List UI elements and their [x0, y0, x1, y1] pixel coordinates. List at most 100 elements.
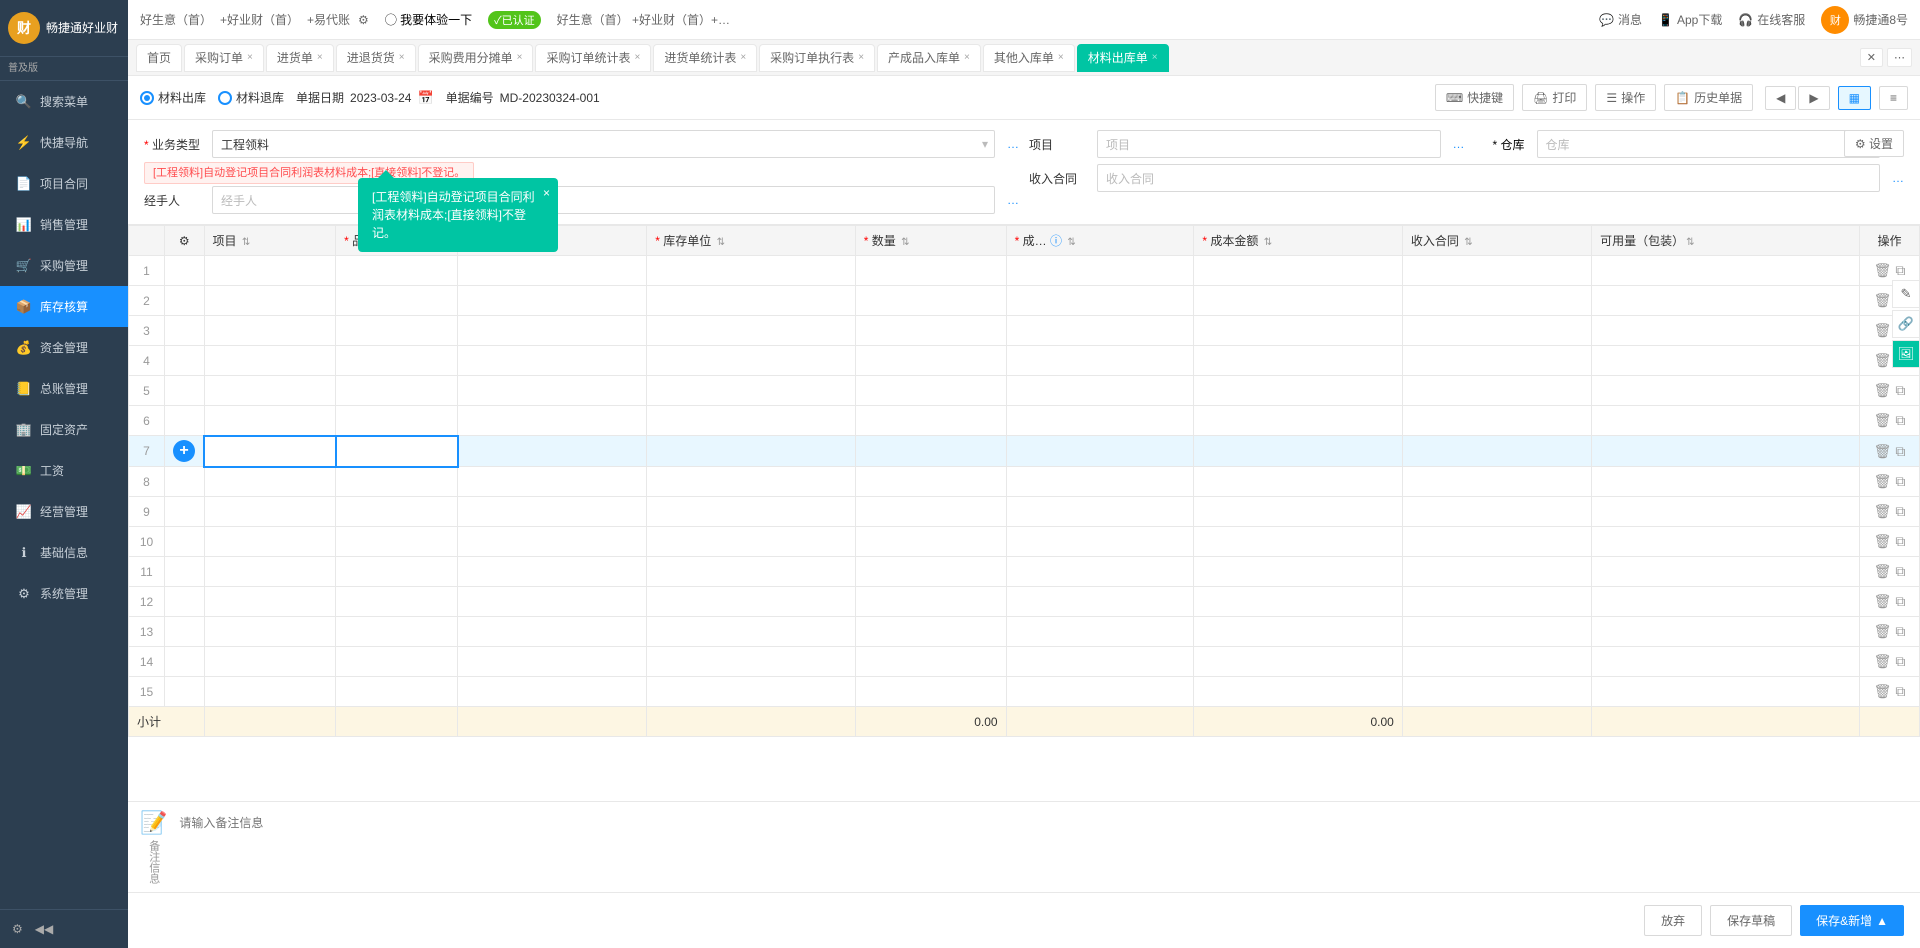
delete-row-btn[interactable]: 🗑 — [1874, 533, 1892, 549]
sidebar-item-management[interactable]: 📈 经营管理 — [0, 491, 128, 532]
tab-purchase-stats[interactable]: 采购订单统计表 × — [535, 44, 651, 72]
tab-goods-return[interactable]: 进退货货 × — [336, 44, 416, 72]
calendar-icon[interactable]: 📅 — [417, 90, 433, 106]
settings-link[interactable]: ⚙ — [358, 13, 369, 27]
sidebar-item-nav[interactable]: ⚡ 快捷导航 — [0, 122, 128, 163]
save-button[interactable]: 保存&新增 ▲ — [1800, 905, 1904, 936]
topbar-link-3[interactable]: +易代账 — [307, 11, 350, 28]
copy-row-btn[interactable]: ⧉ — [1895, 563, 1905, 579]
cell-unit[interactable] — [647, 436, 856, 467]
abandon-button[interactable]: 放弃 — [1644, 905, 1702, 936]
delete-row-btn[interactable]: 🗑 — [1874, 473, 1892, 489]
date-value[interactable]: 2023-03-24 — [350, 91, 411, 105]
info-icon[interactable]: ⓘ — [1050, 234, 1062, 248]
tab-purchase-exec[interactable]: 采购订单执行表 × — [759, 44, 875, 72]
remarks-input[interactable] — [175, 810, 1908, 846]
contract-input[interactable]: 收入合同 — [1097, 164, 1880, 192]
tab-material-out[interactable]: 材料出库单 × — [1077, 44, 1169, 72]
cell-qty[interactable] — [855, 436, 1006, 467]
th-contract[interactable]: 收入合同 ⇅ — [1402, 226, 1591, 256]
sidebar-item-ledger[interactable]: 📒 总账管理 — [0, 368, 128, 409]
cell-item[interactable] — [204, 436, 336, 467]
th-qty[interactable]: * 数量 ⇅ — [855, 226, 1006, 256]
th-available[interactable]: 可用量（包装）⇅ — [1592, 226, 1860, 256]
copy-row-btn[interactable]: ⧉ — [1895, 412, 1905, 428]
app-download-btn[interactable]: 📱 App下载 — [1658, 11, 1722, 28]
th-cost-amount[interactable]: * 成本金额 ⇅ — [1194, 226, 1403, 256]
copy-row-btn[interactable]: ⧉ — [1895, 262, 1905, 278]
delete-row-btn[interactable]: 🗑 — [1874, 382, 1892, 398]
online-service-btn[interactable]: 🎧 在线客服 — [1738, 11, 1805, 28]
tab-home[interactable]: 首页 — [136, 44, 182, 72]
copy-row-btn[interactable]: ⧉ — [1895, 533, 1905, 549]
history-btn[interactable]: 📋 历史单据 — [1664, 84, 1753, 111]
user-info[interactable]: 财 畅捷通8号 — [1821, 6, 1908, 34]
delete-row-btn[interactable]: 🗑 — [1874, 593, 1892, 609]
sidebar-item-purchase[interactable]: 🛒 采购管理 — [0, 245, 128, 286]
sidebar-item-inventory[interactable]: 📦 库存核算 — [0, 286, 128, 327]
cell-contract[interactable] — [1402, 436, 1591, 467]
tab-close-icon[interactable]: × — [1152, 52, 1158, 63]
message-btn[interactable]: 💬 消息 — [1599, 11, 1642, 28]
side-tool-image[interactable]: 🖼 — [1892, 340, 1920, 368]
sidebar-item-project[interactable]: 📄 项目合同 — [0, 163, 128, 204]
tab-close-icon[interactable]: × — [1058, 52, 1064, 63]
tab-close-icon[interactable]: × — [634, 52, 640, 63]
tab-close-icon[interactable]: × — [247, 52, 253, 63]
more-options-icon[interactable]: … — [1007, 193, 1019, 207]
topbar-link-1[interactable]: 好生意（首） — [140, 11, 212, 28]
next-btn[interactable]: ▶ — [1798, 86, 1829, 110]
tab-goods-stats[interactable]: 进货单统计表 × — [653, 44, 757, 72]
prev-btn[interactable]: ◀ — [1765, 86, 1796, 110]
tab-close-icon[interactable]: × — [317, 52, 323, 63]
project-input[interactable]: 项目 — [1097, 130, 1441, 158]
topbar-link-2[interactable]: +好业财（首） — [220, 11, 299, 28]
delete-row-btn[interactable]: 🗑 — [1874, 623, 1892, 639]
sidebar-item-search[interactable]: 🔍 搜索菜单 — [0, 81, 128, 122]
delete-row-btn[interactable]: 🗑 — [1874, 683, 1892, 699]
cell-cost[interactable] — [1006, 436, 1194, 467]
warehouse-input[interactable]: 仓库 — [1537, 130, 1881, 158]
more-links[interactable]: 好生意（首） +好业财（首）+… — [557, 11, 730, 28]
shortcut-btn[interactable]: ⌨ 快捷键 — [1435, 84, 1514, 111]
radio-material-return[interactable]: 材料退库 — [218, 89, 284, 106]
tab-purchase-expense[interactable]: 采购费用分摊单 × — [418, 44, 534, 72]
th-unit[interactable]: * 库存单位 ⇅ — [647, 226, 856, 256]
copy-row-btn[interactable]: ⧉ — [1895, 503, 1905, 519]
experience-btn[interactable]: ◯ 我要体验一下 — [385, 11, 472, 28]
more-options-icon[interactable]: … — [1892, 171, 1904, 185]
sidebar-item-finance[interactable]: 💰 资金管理 — [0, 327, 128, 368]
tab-close-icon[interactable]: × — [399, 52, 405, 63]
delete-row-btn[interactable]: 🗑 — [1874, 262, 1892, 278]
cell-spec[interactable] — [458, 436, 647, 467]
more-tabs-btn[interactable]: ⋯ — [1887, 48, 1912, 67]
settings-button[interactable]: ⚙ — [8, 918, 27, 940]
cell-cost_amount[interactable] — [1194, 436, 1403, 467]
delete-row-btn[interactable]: 🗑 — [1874, 322, 1892, 338]
sidebar-item-salary[interactable]: 💵 工资 — [0, 450, 128, 491]
side-tool-link[interactable]: 🔗 — [1892, 310, 1920, 338]
th-cost[interactable]: * 成… ⓘ ⇅ — [1006, 226, 1194, 256]
tab-close-icon[interactable]: × — [517, 52, 523, 63]
sidebar-item-sales[interactable]: 📊 销售管理 — [0, 204, 128, 245]
add-row-btn[interactable]: + — [173, 440, 195, 462]
copy-row-btn[interactable]: ⧉ — [1895, 443, 1905, 459]
copy-row-btn[interactable]: ⧉ — [1895, 683, 1905, 699]
collapse-button[interactable]: ◀◀ — [31, 918, 57, 940]
cell-available[interactable] — [1592, 436, 1860, 467]
tab-close-icon[interactable]: × — [964, 52, 970, 63]
delete-row-btn[interactable]: 🗑 — [1874, 352, 1892, 368]
delete-row-btn[interactable]: 🗑 — [1874, 563, 1892, 579]
sidebar-item-assets[interactable]: 🏢 固定资产 — [0, 409, 128, 450]
ops-btn[interactable]: ☰ 操作 — [1595, 84, 1656, 111]
side-tool-edit[interactable]: ✎ — [1892, 280, 1920, 308]
copy-row-btn[interactable]: ⧉ — [1895, 653, 1905, 669]
save-dropdown-icon[interactable]: ▲ — [1876, 914, 1888, 928]
grid-view-btn[interactable]: ▦ — [1838, 86, 1871, 110]
sidebar-item-system[interactable]: ⚙ 系统管理 — [0, 573, 128, 614]
more-options-icon[interactable]: … — [1007, 137, 1019, 151]
copy-row-btn[interactable]: ⧉ — [1895, 382, 1905, 398]
tab-purchase-order[interactable]: 采购订单 × — [184, 44, 264, 72]
radio-material-out[interactable]: 材料出库 — [140, 89, 206, 106]
delete-row-btn[interactable]: 🗑 — [1874, 653, 1892, 669]
